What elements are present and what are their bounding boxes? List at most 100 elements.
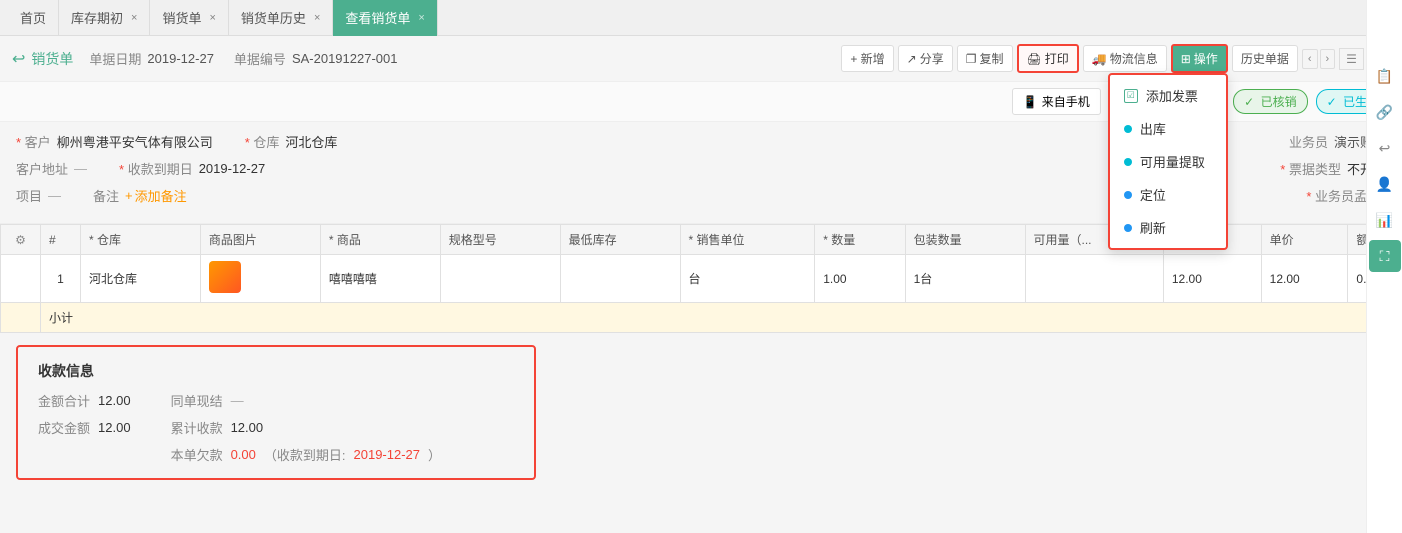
next-button[interactable]: ›: [1320, 49, 1336, 69]
payment-title: 收款信息: [38, 361, 514, 381]
cumulative-value: 12.00: [231, 420, 264, 435]
operations-grid-icon: ⊞: [1181, 52, 1191, 66]
tab-view-sales[interactable]: 查看销货单 ×: [333, 0, 437, 36]
notes-label: 备注: [93, 186, 119, 205]
row-num: 1: [41, 255, 81, 303]
sales-staff-label: 业务员孟: [1306, 186, 1367, 205]
doc-date-value: 2019-12-27: [147, 51, 214, 66]
available-qty-label: 可用量提取: [1140, 152, 1205, 171]
tab-home-label: 首页: [20, 8, 46, 27]
confirmed-badge[interactable]: ✓ 已核销: [1233, 89, 1307, 114]
sidebar-return-icon[interactable]: ↩: [1369, 132, 1401, 164]
mobile-icon: 📱: [1023, 95, 1038, 109]
doc-meta: 单据日期 2019-12-27 单据编号 SA-20191227-001: [89, 49, 397, 68]
same-order-value: —: [231, 393, 244, 408]
project-field: 项目 —: [16, 186, 61, 205]
operations-dropdown-menu: ☑ 添加发票 出库 可用量提取 定位 刷新: [1108, 73, 1228, 250]
operations-button[interactable]: ⊞ 操作: [1171, 44, 1228, 73]
warehouse-value: 河北仓库: [285, 132, 337, 151]
add-note-button[interactable]: + 添加备注: [125, 186, 187, 205]
sidebar-user-icon[interactable]: 👤: [1369, 168, 1401, 200]
col-settings[interactable]: ⚙: [1, 225, 41, 255]
settings-icon[interactable]: ⚙: [15, 233, 26, 247]
sidebar-chart-icon[interactable]: 📊: [1369, 204, 1401, 236]
tab-inventory-close[interactable]: ×: [131, 12, 137, 24]
prev-button[interactable]: ‹: [1302, 49, 1318, 69]
history-button[interactable]: 历史单据: [1232, 45, 1298, 72]
deal-amount-item: 成交金额 12.00: [38, 418, 131, 437]
dropdown-out-stock[interactable]: 出库: [1110, 112, 1226, 145]
payment-date-value: 2019-12-27: [199, 161, 266, 176]
row-pack-qty: 1台: [905, 255, 1025, 303]
dropdown-refresh[interactable]: 刷新: [1110, 211, 1226, 244]
tab-view-sales-close[interactable]: ×: [418, 12, 424, 24]
copy-label: 复制: [980, 50, 1004, 67]
due-label: （收款到期日:: [264, 445, 346, 464]
doc-title-text: 销货单: [31, 49, 73, 69]
sidebar-doc-icon[interactable]: 📋: [1369, 60, 1401, 92]
print-label: 打印: [1045, 50, 1069, 67]
row-img: [200, 255, 320, 303]
row-unit-price: 12.00: [1261, 255, 1348, 303]
sidebar-expand-icon[interactable]: ⛶: [1369, 240, 1401, 272]
refresh-label: 刷新: [1140, 218, 1166, 237]
nav-arrows: ‹ ›: [1302, 49, 1335, 69]
dropdown-available-qty[interactable]: 可用量提取: [1110, 145, 1226, 178]
confirmed-check-icon: ✓: [1244, 95, 1254, 109]
tab-history[interactable]: 销货单历史 ×: [229, 0, 333, 36]
col-qty: * 数量: [815, 225, 905, 255]
tab-sales-close[interactable]: ×: [209, 12, 215, 24]
dropdown-add-invoice[interactable]: ☑ 添加发票: [1110, 79, 1226, 112]
operations-label: 操作: [1194, 50, 1218, 67]
col-unit-price: 单价: [1261, 225, 1348, 255]
refresh-dot: [1124, 224, 1132, 232]
tab-inventory[interactable]: 库存期初 ×: [59, 0, 150, 36]
payment-section: 收款信息 金额合计 12.00 成交金额 12.00 同单现结 — 累计收款 1…: [16, 345, 536, 480]
subtotal-settings: [1, 303, 41, 333]
tab-bar: 首页 库存期初 × 销货单 × 销货单历史 × 查看销货单 × ×: [0, 0, 1402, 36]
logistics-icon: 🚚: [1092, 52, 1107, 66]
logistics-button[interactable]: 🚚 物流信息: [1083, 45, 1167, 72]
doc-num-value: SA-20191227-001: [292, 51, 398, 66]
operations-dropdown-container: ⊞ 操作 ☑ 添加发票 出库 可用量提取: [1171, 44, 1228, 73]
logistics-label: 物流信息: [1110, 50, 1158, 67]
deal-amount-label: 成交金额: [38, 418, 90, 437]
row-product: 嘻嘻嘻嘻: [320, 255, 440, 303]
payment-date-label: 收款到期日: [119, 159, 193, 178]
cumulative-item: 累计收款 12.00: [171, 418, 441, 437]
col-min-stock: 最低库存: [560, 225, 680, 255]
tab-home[interactable]: 首页: [8, 0, 59, 36]
doc-header: ↩ 销货单 单据日期 2019-12-27 单据编号 SA-20191227-0…: [0, 36, 1402, 82]
row-warehouse: 河北仓库: [81, 255, 201, 303]
sidebar-link-icon[interactable]: 🔗: [1369, 96, 1401, 128]
owed-label: 本单欠款: [171, 445, 223, 464]
customer-value: 柳州粤港平安气体有限公司: [57, 132, 213, 151]
history-label: 历史单据: [1241, 50, 1289, 67]
ticket-label: 票据类型: [1280, 159, 1341, 178]
dropdown-locate[interactable]: 定位: [1110, 178, 1226, 211]
new-button[interactable]: + 新增: [841, 45, 893, 72]
tab-history-close[interactable]: ×: [314, 12, 320, 24]
tab-sales[interactable]: 销货单 ×: [150, 0, 228, 36]
col-spec: 规格型号: [440, 225, 560, 255]
share-icon: ↗: [907, 52, 917, 66]
total-amount-item: 金额合计 12.00: [38, 391, 131, 410]
mobile-button[interactable]: 📱 来自手机: [1012, 88, 1101, 115]
print-button[interactable]: 🖨 打印: [1017, 44, 1079, 73]
share-label: 分享: [920, 50, 944, 67]
warehouse-field: 仓库 河北仓库: [245, 132, 338, 151]
col-unit: * 销售单位: [680, 225, 815, 255]
owed-item: 本单欠款 0.00 （收款到期日: 2019-12-27 ）: [171, 445, 441, 464]
share-button[interactable]: ↗ 分享: [898, 45, 953, 72]
row-current: 12.00: [1163, 255, 1261, 303]
list-view-button[interactable]: ☰: [1339, 48, 1364, 70]
payment-col-right: 同单现结 — 累计收款 12.00 本单欠款 0.00 （收款到期日: 2019…: [171, 391, 441, 464]
copy-button[interactable]: ❐ 复制: [957, 45, 1013, 72]
table-row: 1 河北仓库 嘻嘻嘻嘻 台 1.00 1台 12.00 12.00 0.: [1, 255, 1402, 303]
same-order-label: 同单现结: [171, 391, 223, 410]
tab-history-label: 销货单历史: [241, 8, 306, 27]
doc-num-field: 单据编号 SA-20191227-001: [234, 49, 398, 68]
col-pack-qty: 包装数量: [905, 225, 1025, 255]
customer-label: 客户: [16, 132, 51, 151]
project-value: —: [48, 188, 61, 203]
